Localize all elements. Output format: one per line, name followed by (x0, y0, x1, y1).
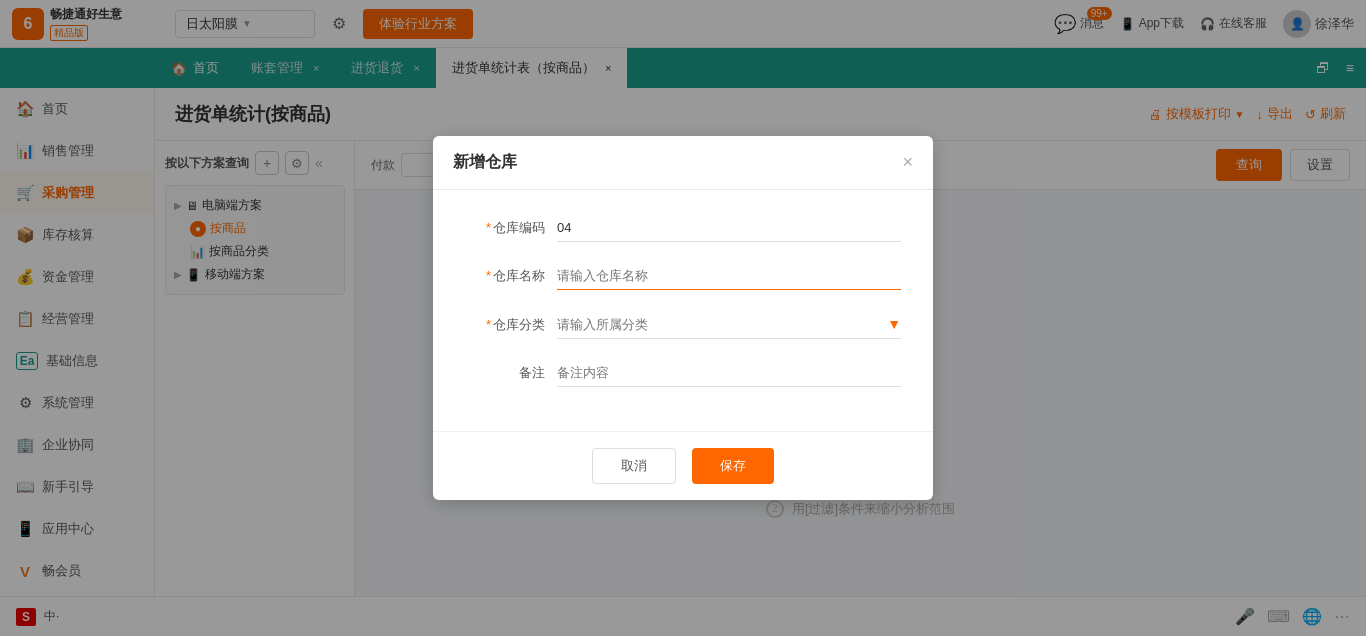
category-select-row: ▼ (557, 310, 901, 339)
form-row-name: 仓库名称 (465, 262, 901, 290)
warehouse-name-input[interactable] (557, 262, 901, 290)
category-dropdown-icon[interactable]: ▼ (887, 316, 901, 332)
form-row-note: 备注 (465, 359, 901, 387)
category-input[interactable] (557, 317, 887, 332)
note-input[interactable] (557, 359, 901, 387)
add-warehouse-modal: 新增仓库 × 仓库编码 仓库名称 仓库分类 ▼ (433, 136, 933, 500)
modal-header: 新增仓库 × (433, 136, 933, 190)
form-row-code: 仓库编码 (465, 214, 901, 242)
form-row-category: 仓库分类 ▼ (465, 310, 901, 339)
modal-overlay[interactable]: 新增仓库 × 仓库编码 仓库名称 仓库分类 ▼ (0, 0, 1366, 636)
code-label: 仓库编码 (465, 219, 545, 237)
category-label: 仓库分类 (465, 316, 545, 334)
modal-title: 新增仓库 (453, 152, 517, 173)
modal-footer: 取消 保存 (433, 431, 933, 500)
save-button[interactable]: 保存 (692, 448, 774, 484)
modal-close-button[interactable]: × (902, 152, 913, 173)
cancel-button[interactable]: 取消 (592, 448, 676, 484)
warehouse-code-input[interactable] (557, 214, 901, 242)
name-label: 仓库名称 (465, 267, 545, 285)
modal-body: 仓库编码 仓库名称 仓库分类 ▼ 备注 (433, 190, 933, 431)
note-label: 备注 (465, 364, 545, 382)
